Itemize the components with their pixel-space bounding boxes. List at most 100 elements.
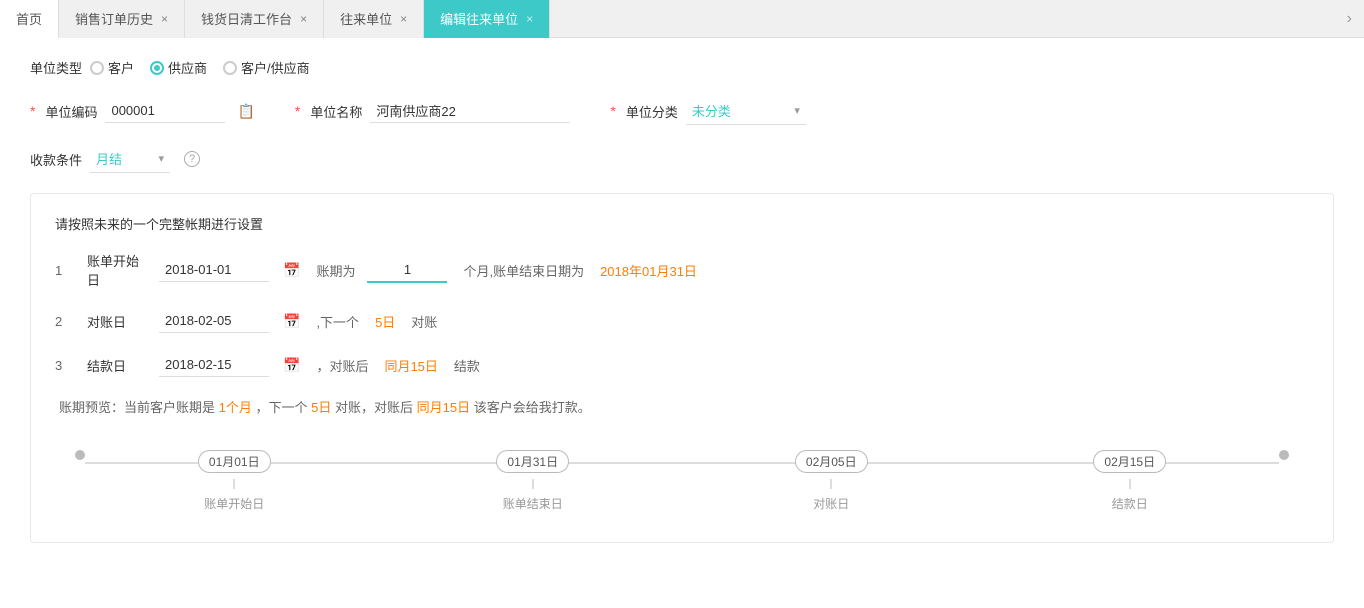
payment-terms-label: 收款条件	[30, 150, 82, 169]
row-3-label: 结款日	[87, 356, 147, 375]
unit-category-label: 单位分类	[626, 102, 678, 121]
close-tab-partner-unit-icon[interactable]: ×	[400, 12, 407, 26]
unit-category-value: 未分类	[692, 101, 790, 120]
row-3-desc-prefix: ，对账后	[316, 356, 368, 375]
row-2-desc-suffix: 对账	[411, 312, 437, 331]
row-2-highlight: 5日	[375, 312, 395, 331]
tab-partner-unit-label: 往来单位	[340, 9, 392, 28]
timeline-start-dot	[75, 450, 85, 460]
close-tab-cash-workbench-icon[interactable]: ×	[300, 12, 307, 26]
timeline-connector-3	[1129, 479, 1131, 489]
timeline-connector-1	[532, 479, 534, 489]
unit-category-required: *	[610, 103, 615, 119]
tab-bar: 首页 销售订单历史 × 钱货日清工作台 × 往来单位 × 编辑往来单位 × ›	[0, 0, 1364, 38]
row-3-highlight: 同月15日	[384, 356, 437, 375]
settings-row-3: 3 结款日 📅 ，对账后 同月15日 结款	[55, 353, 1309, 377]
timeline-end-dot	[1279, 450, 1289, 460]
unit-code-group: * 单位编码 📋	[30, 99, 255, 123]
preview-section: 账期预览：当前客户账期是 1个月 ，下一个 5日 对账，对账后 同月15日 该客…	[55, 397, 1309, 416]
main-content: 单位类型 客户 供应商 客户/供应商 * 单位编码	[0, 38, 1364, 608]
unit-category-arrow-icon: ▾	[794, 104, 800, 117]
timeline-point-end-dot	[1279, 450, 1289, 460]
start-date-input[interactable]	[159, 258, 269, 282]
payment-terms-dropdown[interactable]: 月结 ▾	[90, 145, 170, 173]
radio-supplier-circle	[150, 61, 164, 75]
row-1-label: 账单开始日	[87, 251, 147, 289]
unit-name-label: 单位名称	[310, 102, 362, 121]
preview-comma1: ，下一个	[256, 400, 308, 415]
settings-row-1: 1 账单开始日 📅 账期为 个月,账单结束日期为 2018年01月31日	[55, 251, 1309, 289]
row-1-highlight: 2018年01月31日	[600, 261, 697, 280]
timeline: 01月01日 账单开始日 01月31日 账单结束日 02月05日 对账日 02月…	[55, 440, 1309, 522]
radio-customer-label: 客户	[108, 58, 134, 77]
payment-date-input[interactable]	[159, 353, 269, 377]
unit-code-label: 单位编码	[45, 102, 97, 121]
payment-terms-help-icon[interactable]: ?	[184, 151, 200, 167]
unit-code-input[interactable]	[105, 99, 225, 123]
unit-name-required: *	[295, 103, 300, 119]
unit-code-copy-icon[interactable]: 📋	[237, 103, 254, 120]
start-date-calendar-icon[interactable]: 📅	[283, 262, 300, 279]
timeline-point-start-dot	[75, 450, 85, 460]
row-2-desc-prefix: ,下一个	[316, 312, 359, 331]
radio-both-circle	[223, 61, 237, 75]
unit-code-required: *	[30, 103, 35, 119]
radio-both-label: 客户/供应商	[241, 58, 310, 77]
unit-type-group: 单位类型 客户 供应商 客户/供应商	[30, 58, 310, 77]
unit-category-group: * 单位分类 未分类 ▾	[610, 97, 805, 125]
timeline-badge-0: 01月01日	[198, 450, 271, 473]
timeline-badge-2: 02月05日	[795, 450, 868, 473]
unit-category-dropdown[interactable]: 未分类 ▾	[686, 97, 806, 125]
timeline-label-0: 账单开始日	[204, 495, 264, 512]
payment-terms-arrow-icon: ▾	[158, 152, 164, 165]
preview-end: 该客户会给我打款。	[474, 400, 591, 415]
unit-name-input[interactable]	[370, 99, 570, 123]
row-1-desc-prefix: 账期为	[316, 261, 355, 280]
preview-part3: 同月15日	[417, 400, 470, 415]
period-input[interactable]	[367, 258, 447, 283]
reconcile-date-input[interactable]	[159, 309, 269, 333]
payment-terms-value: 月结	[96, 149, 154, 168]
tab-home[interactable]: 首页	[0, 0, 59, 38]
unit-name-group: * 单位名称	[295, 99, 570, 123]
radio-both[interactable]: 客户/供应商	[223, 58, 310, 77]
payment-terms-row: 收款条件 月结 ▾ ?	[30, 145, 1334, 173]
timeline-point-0: 01月01日 账单开始日	[198, 450, 271, 512]
payment-terms-group: 收款条件 月结 ▾ ?	[30, 145, 200, 173]
close-tab-edit-partner-icon[interactable]: ×	[526, 12, 533, 26]
radio-customer-circle	[90, 61, 104, 75]
close-tab-sales-history-icon[interactable]: ×	[161, 12, 168, 26]
timeline-connector-2	[830, 479, 832, 489]
settings-row-2: 2 对账日 📅 ,下一个 5日 对账	[55, 309, 1309, 333]
timeline-badge-3: 02月15日	[1093, 450, 1166, 473]
payment-date-calendar-icon[interactable]: 📅	[283, 357, 300, 374]
timeline-label-1: 账单结束日	[503, 495, 563, 512]
tab-sales-history[interactable]: 销售订单历史 ×	[59, 0, 185, 38]
preview-label: 账期预览：当前客户账期是	[59, 400, 215, 415]
radio-supplier[interactable]: 供应商	[150, 58, 207, 77]
settings-title: 请按照未来的一个完整帐期进行设置	[55, 214, 1309, 233]
row-2-label: 对账日	[87, 312, 147, 331]
unit-type-radio-group: 客户 供应商 客户/供应商	[90, 58, 310, 77]
settings-box: 请按照未来的一个完整帐期进行设置 1 账单开始日 📅 账期为 个月,账单结束日期…	[30, 193, 1334, 543]
unit-type-label: 单位类型	[30, 58, 82, 77]
preview-mid: 对账，对账后	[335, 400, 413, 415]
unit-type-row: 单位类型 客户 供应商 客户/供应商	[30, 58, 1334, 77]
timeline-point-1: 01月31日 账单结束日	[496, 450, 569, 512]
row-3-number: 3	[55, 358, 75, 373]
tab-edit-partner-label: 编辑往来单位	[440, 9, 518, 28]
tab-partner-unit[interactable]: 往来单位 ×	[324, 0, 424, 38]
timeline-label-3: 结款日	[1112, 495, 1148, 512]
row-2-number: 2	[55, 314, 75, 329]
preview-part1: 1个月	[219, 400, 252, 415]
row-1-number: 1	[55, 263, 75, 278]
radio-supplier-label: 供应商	[168, 58, 207, 77]
timeline-connector-0	[233, 479, 235, 489]
radio-customer[interactable]: 客户	[90, 58, 134, 77]
tab-home-label: 首页	[16, 9, 42, 28]
tab-cash-workbench[interactable]: 钱货日清工作台 ×	[185, 0, 324, 38]
tab-expand-button[interactable]: ›	[1335, 10, 1364, 28]
tab-edit-partner[interactable]: 编辑往来单位 ×	[424, 0, 550, 38]
reconcile-date-calendar-icon[interactable]: 📅	[283, 313, 300, 330]
tab-cash-workbench-label: 钱货日清工作台	[201, 9, 292, 28]
